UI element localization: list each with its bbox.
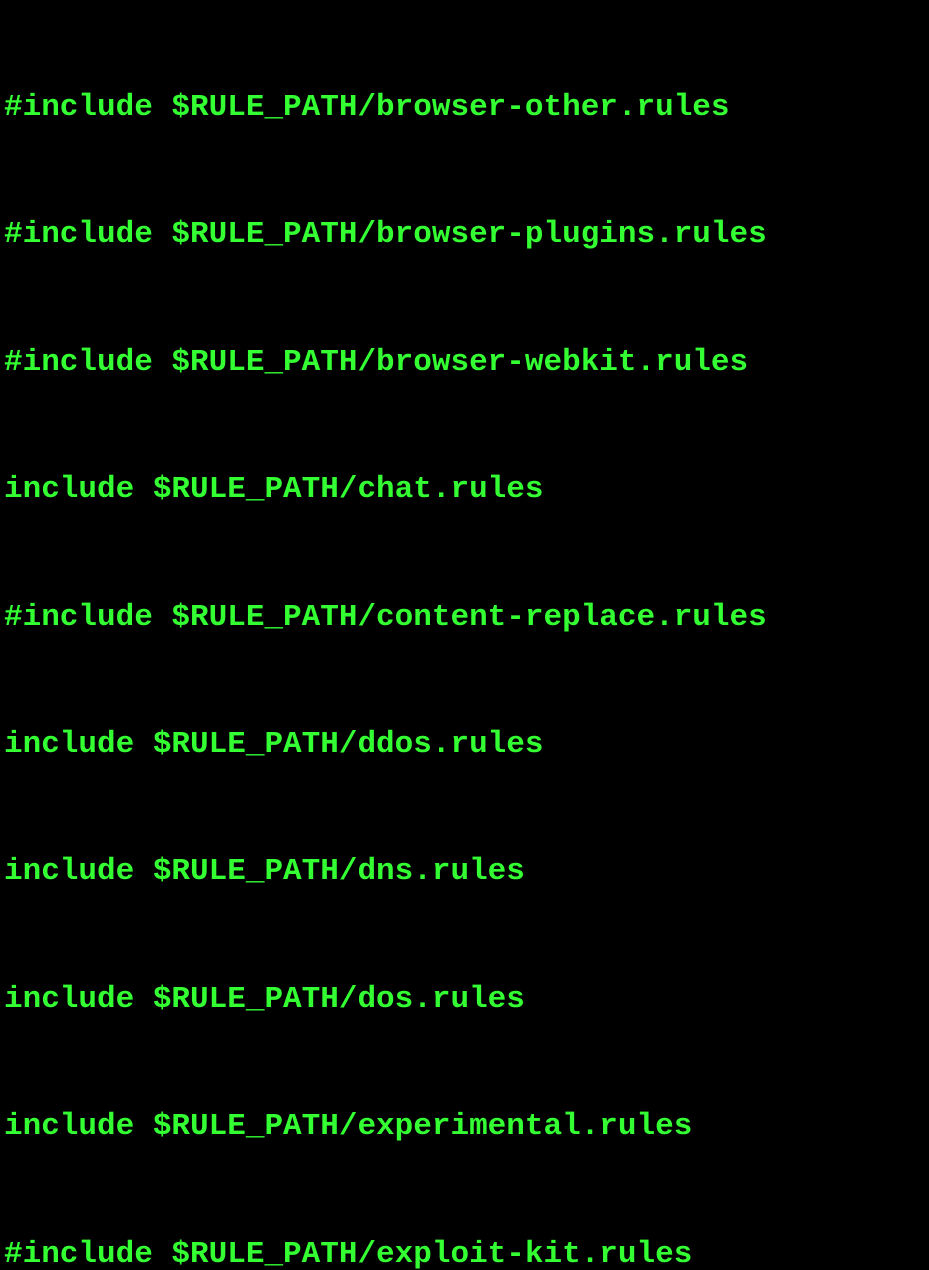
config-line: include $RULE_PATH/dos.rules bbox=[4, 979, 925, 1021]
config-line: include $RULE_PATH/chat.rules bbox=[4, 469, 925, 511]
config-line: include $RULE_PATH/dns.rules bbox=[4, 851, 925, 893]
config-line: #include $RULE_PATH/exploit-kit.rules bbox=[4, 1234, 925, 1270]
config-line: #include $RULE_PATH/browser-webkit.rules bbox=[4, 342, 925, 384]
terminal-output: #include $RULE_PATH/browser-other.rules … bbox=[4, 2, 925, 1270]
config-line: include $RULE_PATH/ddos.rules bbox=[4, 724, 925, 766]
config-line: #include $RULE_PATH/browser-other.rules bbox=[4, 87, 925, 129]
config-line: #include $RULE_PATH/browser-plugins.rule… bbox=[4, 214, 925, 256]
config-line: include $RULE_PATH/experimental.rules bbox=[4, 1106, 925, 1148]
config-line: #include $RULE_PATH/content-replace.rule… bbox=[4, 597, 925, 639]
